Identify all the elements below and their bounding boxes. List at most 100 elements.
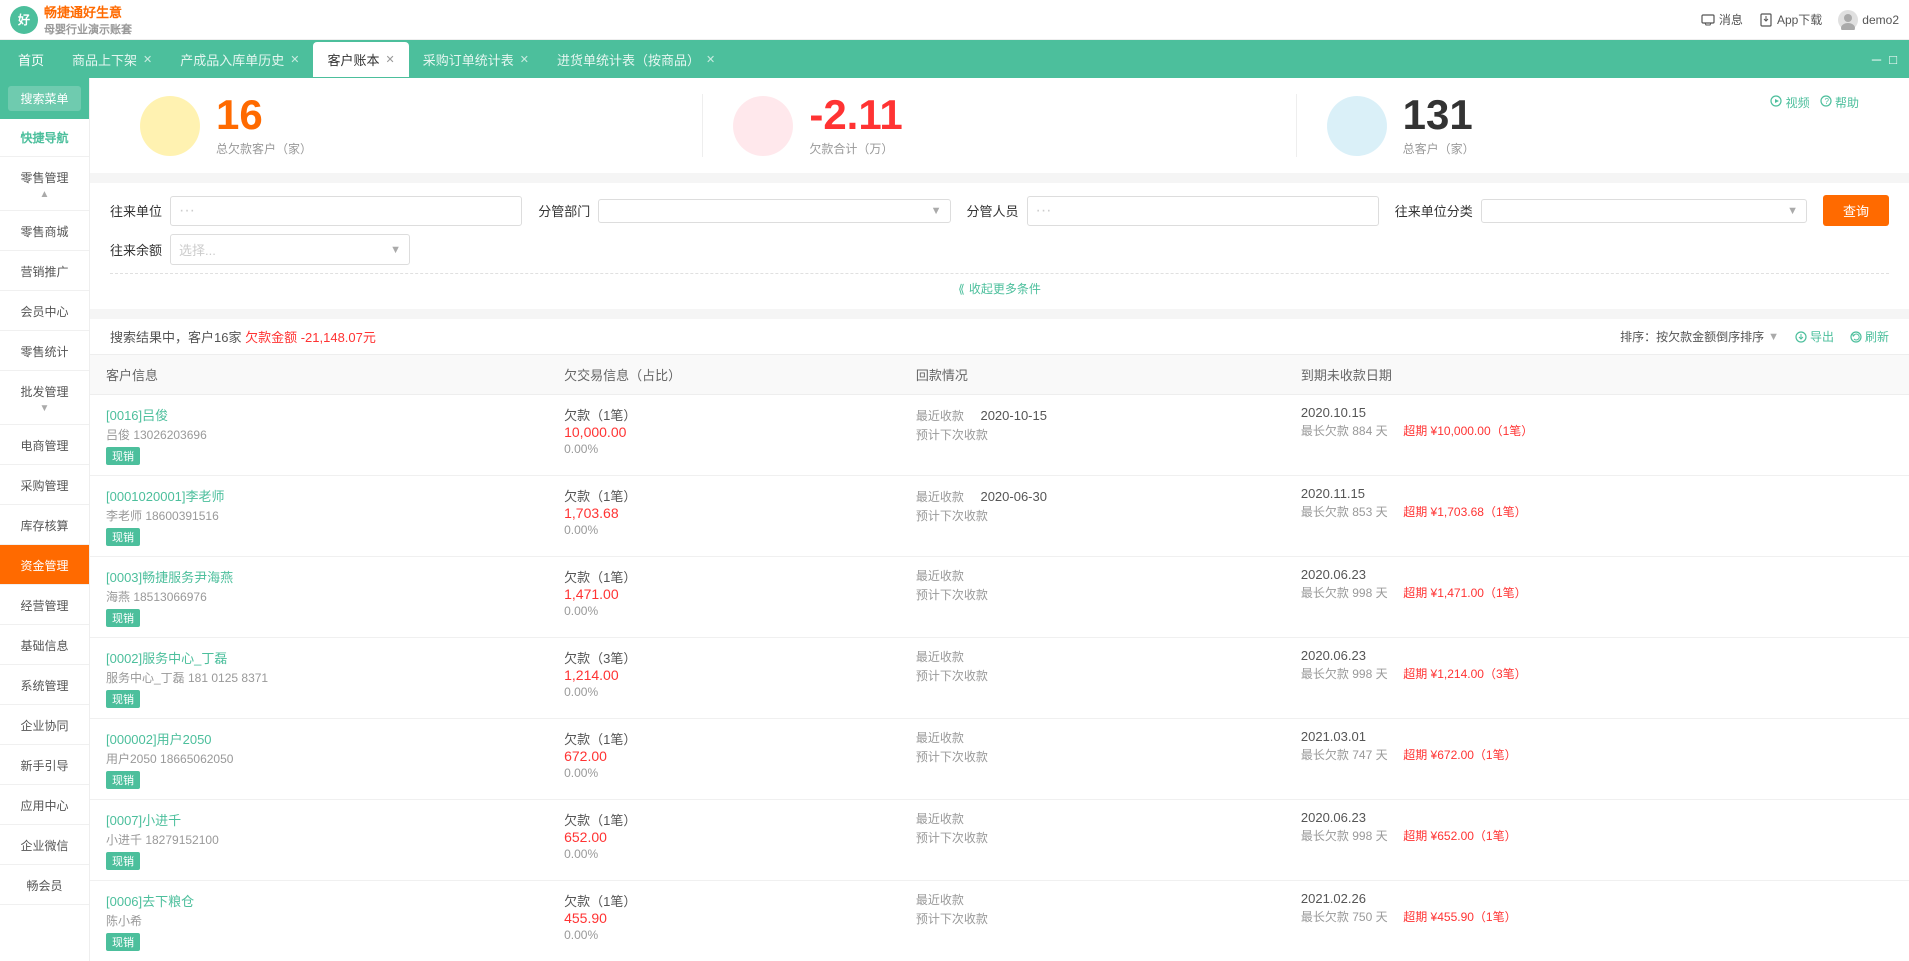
filter-supplier-input[interactable]: ···	[170, 196, 522, 226]
collection-next-5: 预计下次收款	[916, 829, 1269, 846]
filter-category-select[interactable]: ▼	[1481, 199, 1807, 223]
table-row: [0007]小进千 小进千 18279152100 现销 欠款（1笔） 652.…	[90, 800, 1909, 881]
overdue-link-0[interactable]: 超期 ¥10,000.00（1笔）	[1403, 424, 1533, 438]
wholesale-mgmt-arrow: ▼	[40, 403, 50, 414]
search-button[interactable]: 查询	[1823, 195, 1889, 226]
tab-purchase-product-stats[interactable]: 进货单统计表（按商品） ✕	[543, 42, 729, 77]
overdue-date-6: 2021.02.26	[1301, 891, 1893, 906]
cell-customer-3: [0002]服务中心_丁磊 服务中心_丁磊 181 0125 8371 现销	[90, 638, 548, 719]
stat-label-customers: 总欠款客户（家）	[216, 140, 312, 157]
sidebar-item-retail-stats[interactable]: 零售统计	[0, 331, 89, 371]
sidebar-item-basic-info[interactable]: 基础信息	[0, 625, 89, 665]
collection-info-6: 最近收款	[916, 891, 1269, 908]
tab-maximize[interactable]: □	[1889, 52, 1897, 67]
debt-percent-2: 0.00%	[564, 604, 884, 618]
sidebar-item-inventory[interactable]: 库存核算	[0, 505, 89, 545]
overdue-link-4[interactable]: 超期 ¥672.00（1笔）	[1403, 748, 1516, 762]
table-row: [0002]服务中心_丁磊 服务中心_丁磊 181 0125 8371 现销 欠…	[90, 638, 1909, 719]
sidebar-item-purchase[interactable]: 采购管理	[0, 465, 89, 505]
sidebar-item-retail-mall[interactable]: 零售商城	[0, 211, 89, 251]
help-link[interactable]: ? 帮助	[1820, 94, 1859, 111]
customer-tag-5: 现销	[106, 852, 140, 870]
video-link[interactable]: 视频	[1770, 94, 1809, 111]
content-area: 16 总欠款客户（家） ! -2.11 欠款合计（万）	[90, 78, 1909, 961]
tab-product-history[interactable]: 产成品入库单历史 ✕	[166, 42, 313, 77]
tab-close-product-history[interactable]: ✕	[290, 53, 299, 66]
customer-id-link-6[interactable]: [0006]去下粮仓	[106, 891, 532, 910]
filter-balance-chevron: ▼	[390, 244, 401, 256]
sidebar-item-operations[interactable]: 经营管理	[0, 585, 89, 625]
table-row: [0006]去下粮仓 陈小希 现销 欠款（1笔） 455.90 0.00% 最近…	[90, 881, 1909, 961]
sidebar-item-wholesale-mgmt[interactable]: 批发管理 ▼	[0, 371, 89, 425]
refresh-button[interactable]: 刷新	[1850, 328, 1889, 345]
cell-debt-0: 欠款（1笔） 10,000.00 0.00%	[548, 395, 900, 476]
sidebar-item-new-guide[interactable]: 新手引导	[0, 745, 89, 785]
filter-person-dots: ···	[1036, 202, 1052, 220]
debt-count-0: 欠款（1笔）	[564, 405, 884, 424]
overdue-days-0: 最长欠款 884 天	[1301, 424, 1400, 438]
customer-phone-3: 服务中心_丁磊 181 0125 8371	[106, 669, 532, 686]
search-menu-button[interactable]: 搜索菜单	[8, 86, 81, 111]
cell-debt-1: 欠款（1笔） 1,703.68 0.00%	[548, 476, 900, 557]
sidebar-item-enterprise-wechat[interactable]: 企业微信	[0, 825, 89, 865]
data-table: 客户信息 欠交易信息（占比） 回款情况 到期未收款日期 [0016]吕俊 吕俊 …	[90, 355, 1909, 961]
customer-id-link-1[interactable]: [0001020001]李老师	[106, 486, 532, 505]
sidebar-item-vip-member[interactable]: 畅会员	[0, 865, 89, 905]
tab-product-off[interactable]: 商品上下架 ✕	[58, 42, 166, 77]
sidebar-item-retail-mgmt[interactable]: 零售管理 ▲	[0, 157, 89, 211]
filter-dept-label: 分管部门	[538, 201, 590, 220]
customer-id-link-2[interactable]: [0003]畅捷服务尹海燕	[106, 567, 532, 586]
filter-balance: 往来余额 选择... ▼	[110, 234, 410, 265]
tab-close-product-off[interactable]: ✕	[143, 53, 152, 66]
app-download-link[interactable]: App下载	[1759, 11, 1822, 28]
customer-id-link-5[interactable]: [0007]小进千	[106, 810, 532, 829]
overdue-link-3[interactable]: 超期 ¥1,214.00（3笔）	[1403, 667, 1526, 681]
overdue-link-5[interactable]: 超期 ¥652.00（1笔）	[1403, 829, 1516, 843]
tab-close-customer-account[interactable]: ✕	[386, 53, 395, 66]
tab-home[interactable]: 首页	[4, 42, 58, 77]
sidebar-item-system[interactable]: 系统管理	[0, 665, 89, 705]
cell-collection-5: 最近收款 预计下次收款	[900, 800, 1285, 881]
overdue-link-1[interactable]: 超期 ¥1,703.68（1笔）	[1403, 505, 1526, 519]
sidebar-item-enterprise-coop[interactable]: 企业协同	[0, 705, 89, 745]
overdue-link-6[interactable]: 超期 ¥455.90（1笔）	[1403, 910, 1516, 924]
sidebar-item-member-center[interactable]: 会员中心	[0, 291, 89, 331]
debt-count-1: 欠款（1笔）	[564, 486, 884, 505]
tab-close-purchase-stats[interactable]: ✕	[520, 53, 529, 66]
debt-percent-1: 0.00%	[564, 523, 884, 537]
message-link[interactable]: 消息	[1701, 11, 1743, 28]
sidebar-item-ecommerce[interactable]: 电商管理	[0, 425, 89, 465]
tab-close-purchase-product-stats[interactable]: ✕	[706, 53, 715, 66]
cell-overdue-3: 2020.06.23 最长欠款 998 天 超期 ¥1,214.00（3笔）	[1285, 638, 1909, 719]
filter-person-input[interactable]: ···	[1027, 196, 1379, 226]
overdue-days-1: 最长欠款 853 天	[1301, 505, 1400, 519]
sort-select[interactable]: 排序：按欠款金额倒序排序 ▼	[1620, 328, 1779, 345]
customer-id-link-4[interactable]: [000002]用户2050	[106, 729, 532, 748]
cell-collection-1: 最近收款 2020-06-30 预计下次收款	[900, 476, 1285, 557]
sidebar-item-finance[interactable]: 资金管理	[0, 545, 89, 585]
top-bar: 好 畅捷通好生意 母婴行业演示账套 消息 App下载 demo2	[0, 0, 1909, 40]
collapse-row[interactable]: ⟪ 收起更多条件	[110, 280, 1889, 297]
stat-number-customers: 16	[216, 94, 312, 136]
cell-customer-2: [0003]畅捷服务尹海燕 海燕 18513066976 现销	[90, 557, 548, 638]
customer-id-link-0[interactable]: [0016]吕俊	[106, 405, 532, 424]
overdue-link-2[interactable]: 超期 ¥1,471.00（1笔）	[1403, 586, 1526, 600]
top-bar-right: 消息 App下载 demo2	[1701, 10, 1899, 30]
export-button[interactable]: 导出	[1795, 328, 1834, 345]
tab-customer-account[interactable]: 客户账本 ✕	[313, 42, 408, 77]
tab-minimize[interactable]: ─	[1872, 52, 1881, 67]
cell-overdue-0: 2020.10.15 最长欠款 884 天 超期 ¥10,000.00（1笔）	[1285, 395, 1909, 476]
filter-dept-select[interactable]: ▼	[598, 199, 950, 223]
sidebar-item-app-center[interactable]: 应用中心	[0, 785, 89, 825]
cell-collection-4: 最近收款 预计下次收款	[900, 719, 1285, 800]
customer-id-link-3[interactable]: [0002]服务中心_丁磊	[106, 648, 532, 667]
debt-count-2: 欠款（1笔）	[564, 567, 884, 586]
collection-next-0: 预计下次收款	[916, 426, 1269, 443]
sidebar-item-marketing[interactable]: 营销推广	[0, 251, 89, 291]
help-icon: ?	[1820, 95, 1832, 107]
tab-purchase-stats[interactable]: 采购订单统计表 ✕	[409, 42, 543, 77]
col-header-customer: 客户信息	[90, 355, 548, 395]
filter-row-1: 往来单位 ··· 分管部门 ▼ 分管人员	[110, 195, 1889, 226]
filter-balance-select[interactable]: 选择... ▼	[170, 234, 410, 265]
user-avatar[interactable]: demo2	[1838, 10, 1899, 30]
